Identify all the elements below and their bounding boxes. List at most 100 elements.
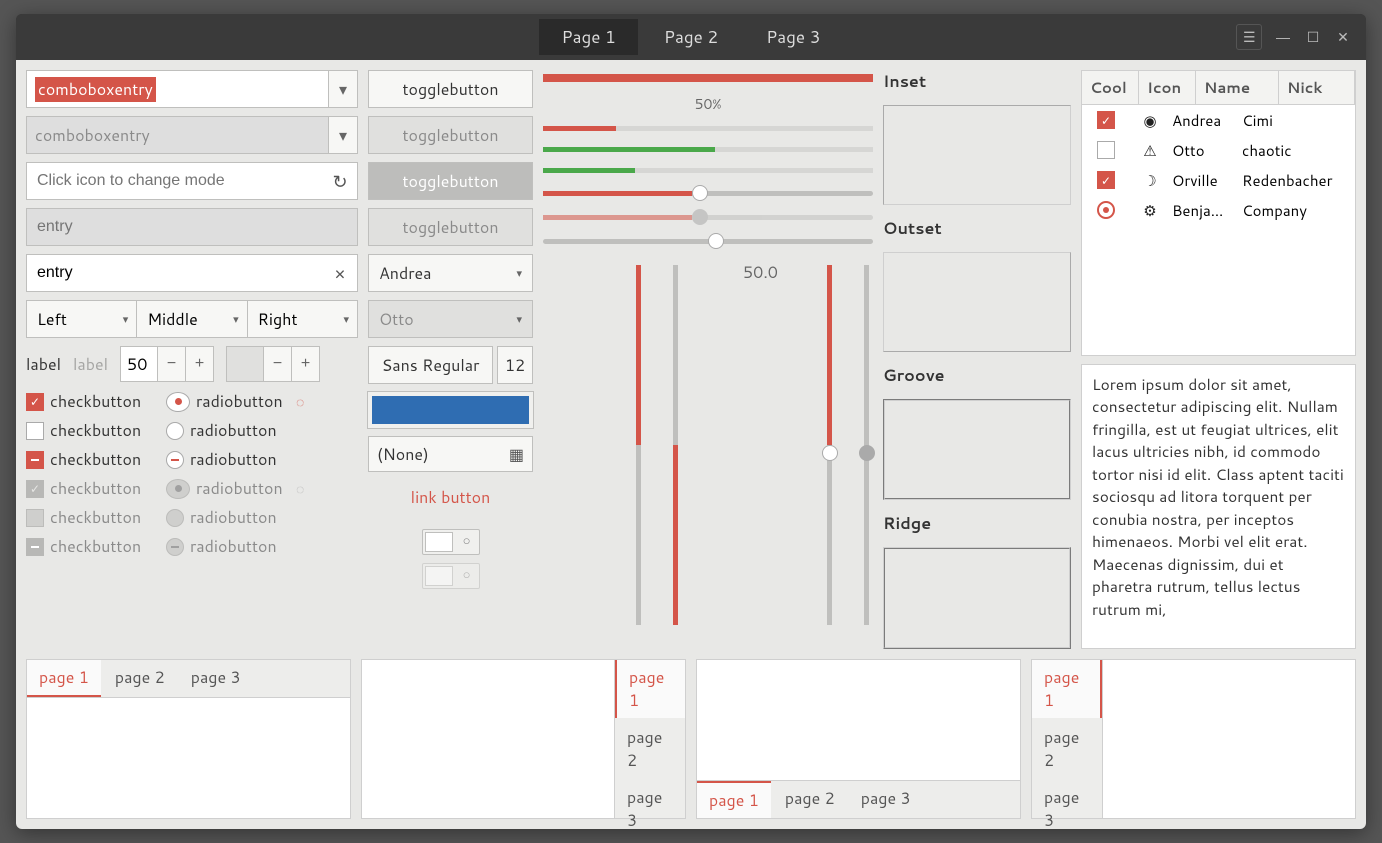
spinbutton-1-value: 50 [121, 353, 157, 376]
table-row[interactable]: ✓ ☽ Orville Redenbacher [1082, 165, 1355, 195]
frame-ridge [883, 547, 1071, 649]
close-button[interactable]: ✕ [1330, 24, 1356, 50]
table-row[interactable]: ⚙ Benja… Company [1082, 195, 1355, 225]
header-tab-page-3[interactable]: Page 3 [744, 19, 842, 55]
nb1-tab-3[interactable]: page 3 [179, 660, 253, 697]
progressbar-1 [543, 74, 873, 82]
header-tab-page-2[interactable]: Page 2 [642, 19, 740, 55]
horizontal-slider-3[interactable] [543, 233, 873, 249]
treeview[interactable]: Cool Icon Name Nick ✓ ◉ Andrea Cimi ⚠ [1081, 70, 1356, 356]
check-icon[interactable] [1097, 141, 1115, 159]
vertical-slider-1[interactable] [632, 265, 645, 625]
chevron-down-icon: ▾ [233, 311, 239, 327]
nb2-tab-1[interactable]: page 1 [615, 660, 685, 718]
left-column: comboboxentry ▾ comboboxentry ▾ ↻ × [26, 70, 358, 649]
hamburger-menu-button[interactable]: ☰ [1236, 24, 1262, 50]
checkbutton-unchecked[interactable]: checkbutton [26, 419, 166, 442]
vertical-slider-2[interactable] [669, 265, 682, 625]
nb3-tab-3[interactable]: page 3 [849, 781, 923, 818]
entry-clearable[interactable]: × [26, 254, 358, 292]
main-window: Page 1 Page 2 Page 3 ☰ — ☐ ✕ comboboxent… [16, 14, 1366, 829]
checkbutton-checked[interactable]: ✓checkbutton [26, 390, 166, 413]
col-name[interactable]: Name [1196, 71, 1279, 104]
file-chooser-button[interactable]: (None)▦ [368, 436, 533, 472]
chevron-down-icon: ▾ [123, 311, 129, 327]
frame-ridge-label: Ridge [883, 512, 1071, 535]
nb1-tab-1[interactable]: page 1 [27, 660, 101, 697]
combobox-entry-1[interactable]: comboboxentry ▾ [26, 70, 358, 108]
mode-entry-input[interactable] [35, 171, 331, 191]
nb4-tab-2[interactable]: page 2 [1032, 720, 1102, 778]
spin-down-button[interactable]: − [157, 347, 185, 381]
mode-entry[interactable]: ↻ [26, 162, 358, 200]
check-icon[interactable]: ✓ [1097, 171, 1115, 189]
combobox-entry-1-text: comboboxentry [35, 77, 156, 102]
maximize-button[interactable]: ☐ [1300, 24, 1326, 50]
vertical-slider-3[interactable] [823, 265, 836, 625]
radiobutton-mixed[interactable]: radiobutton [166, 448, 296, 471]
label-1: label [26, 353, 61, 376]
font-size-button[interactable]: 12 [497, 346, 533, 384]
color-button[interactable] [368, 392, 533, 428]
textview[interactable]: Lorem ipsum dolor sit amet, consectetur … [1081, 364, 1356, 649]
segment-middle[interactable]: Middle▾ [137, 300, 247, 338]
nb3-tab-1[interactable]: page 1 [697, 781, 771, 818]
nb2-tab-2[interactable]: page 2 [615, 720, 685, 778]
check-radio-grid: ✓checkbutton radiobutton ◌ checkbutton r… [26, 390, 358, 558]
combobox-entry-2-disabled: comboboxentry ▾ [26, 116, 358, 154]
check-icon[interactable]: ✓ [1097, 111, 1115, 129]
treeview-header: Cool Icon Name Nick [1082, 71, 1355, 105]
scales-column: 50% 50.0 [543, 70, 873, 649]
horizontal-slider-2-disabled [543, 209, 873, 225]
label-2-disabled: label [73, 353, 108, 376]
switch-1[interactable] [422, 529, 480, 555]
link-button[interactable]: link button [368, 480, 533, 515]
combo-andrea[interactable]: Andrea▾ [368, 254, 533, 292]
table-row[interactable]: ⚠ Otto chaotic [1082, 135, 1355, 165]
clear-icon[interactable]: × [331, 260, 349, 286]
refresh-icon[interactable]: ↻ [331, 168, 349, 194]
nb1-tab-2[interactable]: page 2 [103, 660, 177, 697]
night-icon: ☽ [1128, 170, 1172, 191]
nb4-tab-3[interactable]: page 3 [1032, 780, 1102, 829]
table-row[interactable]: ✓ ◉ Andrea Cimi [1082, 105, 1355, 135]
cell-name: Orville [1172, 170, 1242, 191]
header-tab-page-1[interactable]: Page 1 [539, 19, 637, 55]
notebook-left-tabs: page 1 page 2 page 3 [1031, 659, 1356, 819]
togglebutton-2-disabled: togglebutton [368, 116, 533, 154]
minimize-button[interactable]: — [1270, 24, 1296, 50]
col-cool[interactable]: Cool [1082, 71, 1139, 104]
horizontal-slider-1[interactable] [543, 185, 873, 201]
notebooks-row: page 1 page 2 page 3 page 1 page 2 page … [26, 659, 1356, 819]
segment-left[interactable]: Left▾ [26, 300, 137, 338]
chevron-down-icon: ▾ [516, 265, 522, 281]
entry-clearable-input[interactable] [35, 263, 331, 283]
chevron-down-icon[interactable]: ▾ [328, 71, 357, 107]
togglebutton-3-pressed[interactable]: togglebutton [368, 162, 533, 200]
radio-icon[interactable] [1097, 201, 1115, 219]
radiobutton-selected[interactable]: radiobutton [166, 390, 296, 413]
spinbutton-1[interactable]: 50 − + [120, 346, 214, 382]
radiobutton-unselected-disabled: radiobutton [166, 506, 296, 529]
nb4-tab-1[interactable]: page 1 [1032, 660, 1102, 718]
nb3-tab-2[interactable]: page 2 [773, 781, 847, 818]
togglebutton-1[interactable]: togglebutton [368, 70, 533, 108]
radiobutton-unselected[interactable]: radiobutton [166, 419, 296, 442]
spin-up-button[interactable]: + [185, 347, 213, 381]
checkbutton-unchecked-disabled: checkbutton [26, 506, 166, 529]
dialpad-icon: ◉ [1128, 110, 1172, 131]
content-area: comboboxentry ▾ comboboxentry ▾ ↻ × [16, 60, 1366, 829]
nb2-tab-3[interactable]: page 3 [615, 780, 685, 829]
spinner-icon-disabled: ◌ [296, 479, 324, 499]
frame-groove [883, 399, 1071, 501]
cell-nick: Cimi [1242, 110, 1353, 131]
col-nick[interactable]: Nick [1279, 71, 1355, 104]
segmented-control: Left▾ Middle▾ Right▾ [26, 300, 358, 338]
cell-name: Otto [1172, 140, 1242, 161]
chevron-down-icon: ▾ [516, 311, 522, 327]
font-button[interactable]: Sans Regular [368, 346, 493, 384]
segment-right[interactable]: Right▾ [248, 300, 358, 338]
checkbutton-mixed[interactable]: checkbutton [26, 448, 166, 471]
checkbutton-mixed-disabled: checkbutton [26, 535, 166, 558]
col-icon[interactable]: Icon [1139, 71, 1196, 104]
